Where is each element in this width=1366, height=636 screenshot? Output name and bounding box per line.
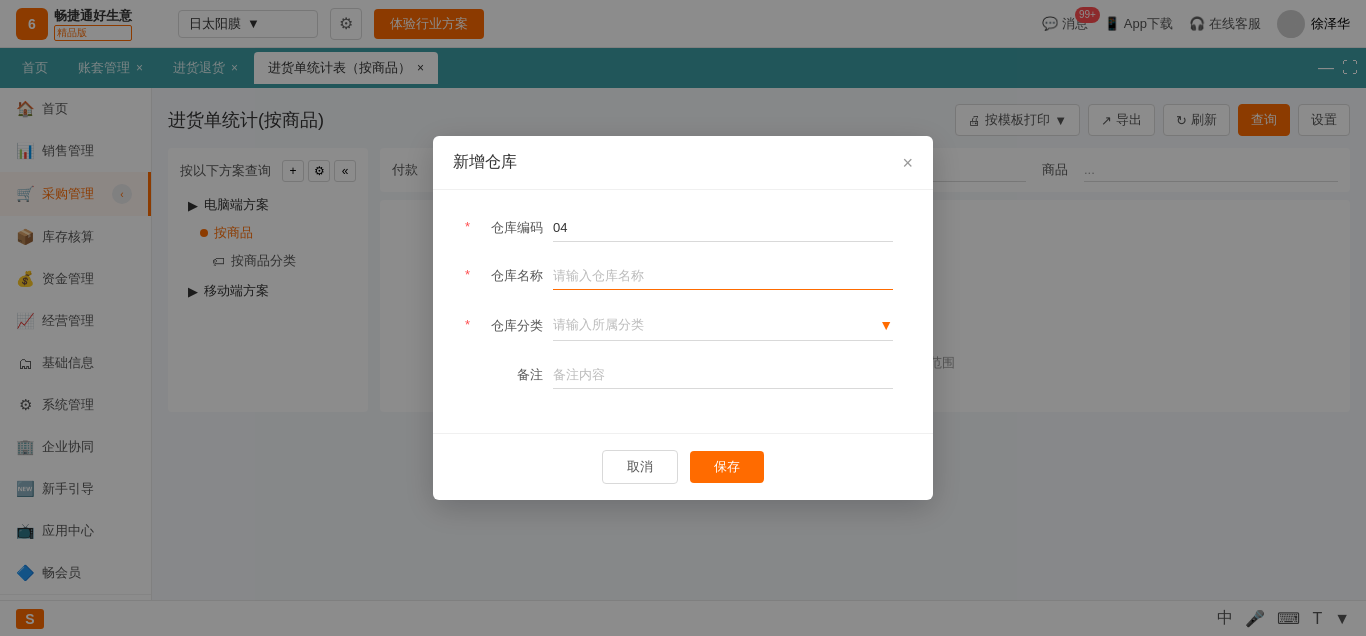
cancel-button[interactable]: 取消 (602, 450, 678, 484)
save-button[interactable]: 保存 (690, 451, 764, 483)
modal-header: 新增仓库 × (433, 136, 933, 190)
remark-field: 备注 (473, 361, 893, 389)
modal-title: 新增仓库 (453, 152, 517, 173)
modal-close-button[interactable]: × (902, 154, 913, 172)
modal-body: 仓库编码 仓库名称 仓库分类 请输入所属分类 ▼ 备注 (433, 190, 933, 433)
modal-overlay: 新增仓库 × 仓库编码 仓库名称 仓库分类 请输入所属分类 ▼ (0, 0, 1366, 636)
code-input[interactable] (553, 214, 893, 242)
code-label: 仓库编码 (473, 219, 553, 237)
modal-footer: 取消 保存 (433, 433, 933, 500)
remark-input[interactable] (553, 361, 893, 389)
new-warehouse-modal: 新增仓库 × 仓库编码 仓库名称 仓库分类 请输入所属分类 ▼ (433, 136, 933, 500)
warehouse-name-field: 仓库名称 (473, 262, 893, 290)
warehouse-code-field: 仓库编码 (473, 214, 893, 242)
name-label: 仓库名称 (473, 267, 553, 285)
category-label: 仓库分类 (473, 317, 553, 335)
select-arrow-icon: ▼ (879, 317, 893, 333)
warehouse-category-field: 仓库分类 请输入所属分类 ▼ (473, 310, 893, 341)
name-input[interactable] (553, 262, 893, 290)
category-select[interactable]: 请输入所属分类 ▼ (553, 310, 893, 341)
remark-label: 备注 (473, 366, 553, 384)
